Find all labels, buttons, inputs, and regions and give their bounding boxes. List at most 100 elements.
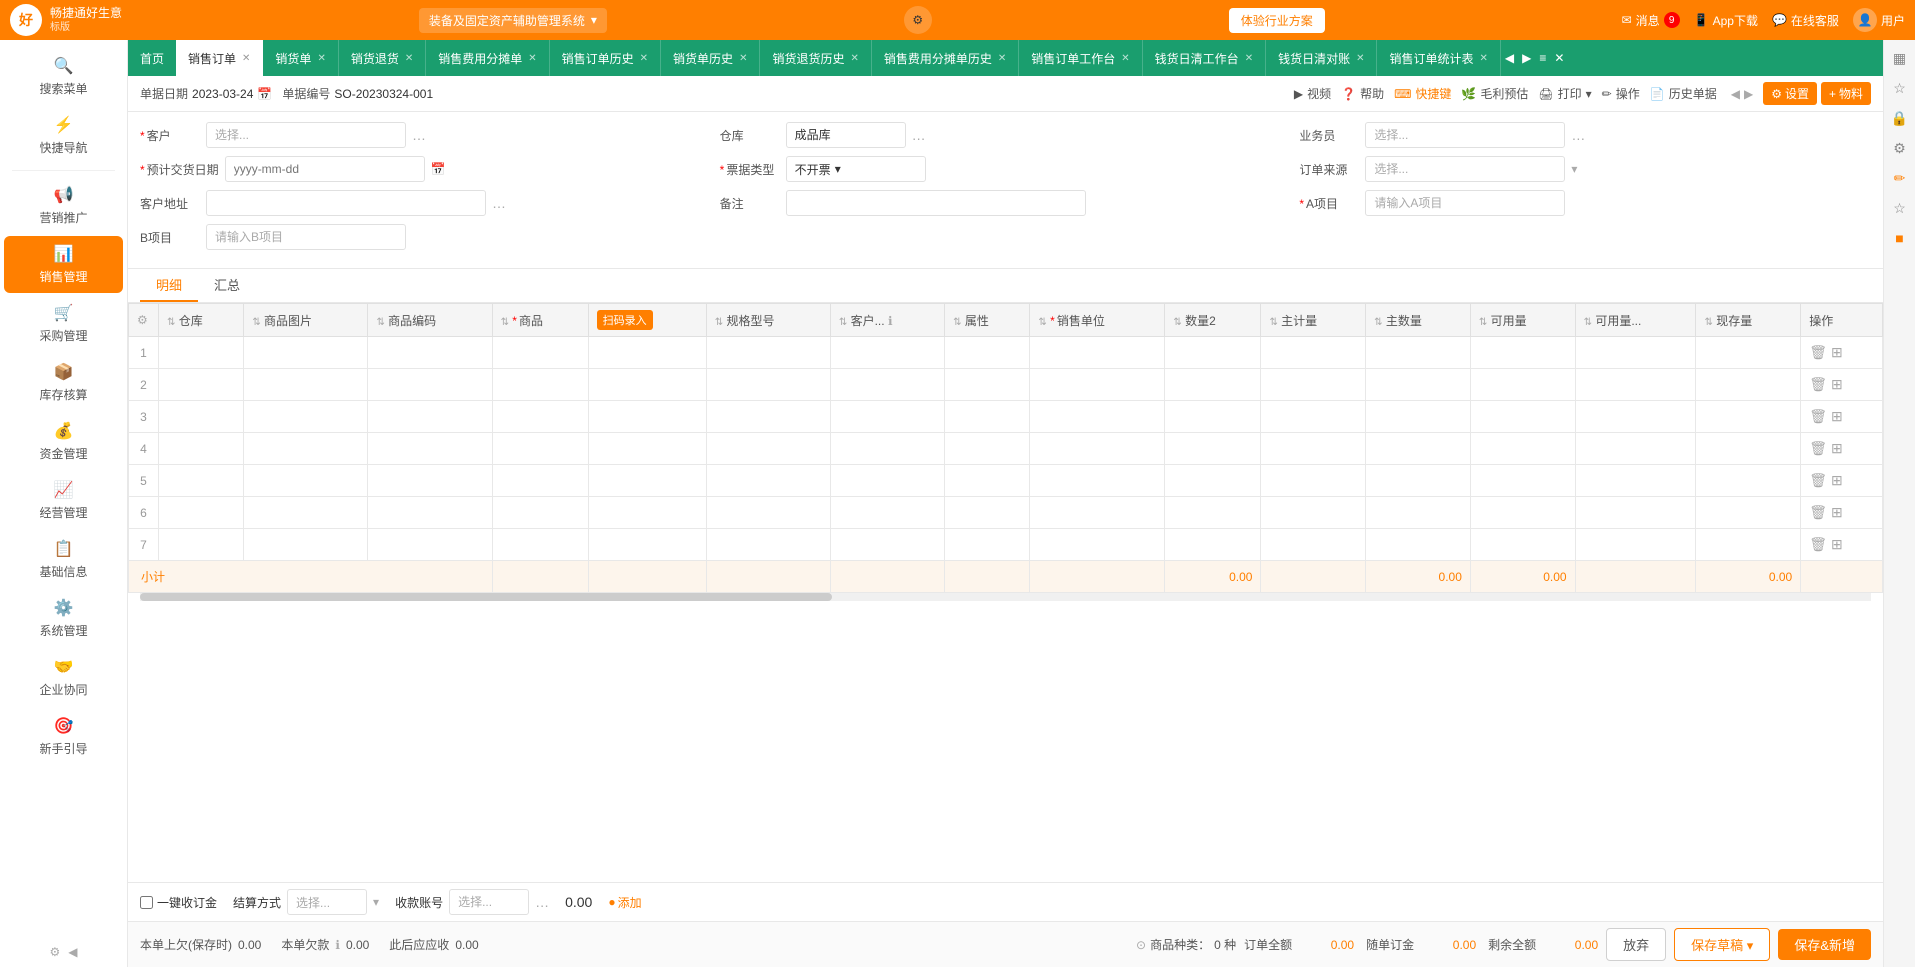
app-download[interactable]: 📱 App下载 (1694, 12, 1758, 29)
add-payment-button[interactable]: ● 添加 (608, 894, 641, 911)
row-main-qty[interactable] (1366, 433, 1471, 465)
sidebar-item-inventory[interactable]: 📦 库存核算 (4, 354, 123, 411)
receipt-input[interactable]: 选择... (449, 889, 529, 915)
row-customer[interactable] (830, 465, 944, 497)
row-qty2[interactable] (1165, 401, 1261, 433)
tab-sales-order[interactable]: 销售订单 ✕ (176, 40, 263, 76)
row-unit[interactable] (1030, 369, 1165, 401)
row-delete-icon[interactable]: 🗑 (1809, 376, 1827, 393)
history-button[interactable]: 📄 历史单据 (1650, 85, 1717, 102)
tab-prev-arrow[interactable]: ◀ (1501, 51, 1518, 65)
row-spec[interactable] (706, 337, 830, 369)
row-unit[interactable] (1030, 529, 1165, 561)
tab-close-all-icon[interactable]: ✕ (1550, 51, 1568, 65)
row-main-unit[interactable] (1261, 497, 1366, 529)
print-button[interactable]: 🖨 打印 ▾ (1538, 85, 1591, 102)
tab-daily-workbench[interactable]: 钱货日清工作台 ✕ (1143, 40, 1266, 76)
row-copy-icon[interactable]: ⊞ (1831, 376, 1843, 393)
row-delete-icon[interactable]: 🗑 (1809, 536, 1827, 553)
horizontal-scrollbar[interactable] (140, 593, 1871, 601)
row-product-code[interactable] (368, 401, 492, 433)
row-spec[interactable] (706, 529, 830, 561)
row-copy-icon[interactable]: ⊞ (1831, 408, 1843, 425)
tab-order-stats[interactable]: 销售订单统计表 ✕ (1377, 40, 1500, 76)
toolbar-nav-prev[interactable]: ◀ (1731, 87, 1740, 101)
row-customer[interactable] (830, 337, 944, 369)
row-warehouse[interactable] (159, 497, 244, 529)
delivery-calendar-icon[interactable]: 📅 (431, 162, 446, 176)
row-customer[interactable] (830, 401, 944, 433)
shortcut-button[interactable]: ⌨ 快捷键 (1394, 85, 1451, 102)
row-delete-icon[interactable]: 🗑 (1809, 344, 1827, 361)
payment-method-select[interactable]: 选择... (287, 889, 367, 915)
row-customer[interactable] (830, 529, 944, 561)
right-icon-2[interactable]: ☆ (1886, 74, 1914, 102)
tab-close-icon[interactable]: ✕ (1121, 53, 1129, 64)
row-warehouse[interactable] (159, 465, 244, 497)
invoice-select[interactable]: 不开票 ▾ (786, 156, 926, 182)
row-main-qty[interactable] (1366, 529, 1471, 561)
row-product[interactable] (492, 401, 588, 433)
tab-close-icon[interactable]: ✕ (1245, 53, 1253, 64)
tab-order-history[interactable]: 销售订单历史 ✕ (550, 40, 661, 76)
tab-summary[interactable]: 汇总 (198, 269, 256, 302)
row-product[interactable] (492, 497, 588, 529)
right-icon-1[interactable]: ▦ (1886, 44, 1914, 72)
row-copy-icon[interactable]: ⊞ (1831, 440, 1843, 457)
tab-close-icon[interactable]: ✕ (1356, 53, 1364, 64)
right-icon-4[interactable]: ⚙ (1886, 134, 1914, 162)
sidebar-settings-icon[interactable]: ⚙ (50, 945, 61, 959)
row-main-unit[interactable] (1261, 465, 1366, 497)
operation-button[interactable]: ✏ 操作 (1602, 85, 1640, 102)
row-qty2[interactable] (1165, 433, 1261, 465)
row-spec[interactable] (706, 433, 830, 465)
row-delete-icon[interactable]: 🗑 (1809, 408, 1827, 425)
row-main-unit[interactable] (1261, 433, 1366, 465)
receipt-more-icon[interactable]: … (535, 894, 549, 910)
row-qty2[interactable] (1165, 369, 1261, 401)
tab-return-history[interactable]: 销货退货历史 ✕ (760, 40, 871, 76)
tab-sales-slip[interactable]: 销货单 ✕ (263, 40, 338, 76)
row-main-qty[interactable] (1366, 401, 1471, 433)
row-main-qty[interactable] (1366, 465, 1471, 497)
save-draft-button[interactable]: 保存草稿 ▾ (1674, 928, 1770, 961)
tab-expense-history[interactable]: 销售费用分摊单历史 ✕ (872, 40, 1019, 76)
deposit-checkbox-input[interactable] (140, 896, 153, 909)
row-warehouse[interactable] (159, 433, 244, 465)
profit-button[interactable]: 🌿 毛利预估 (1461, 85, 1528, 102)
sidebar-item-sales[interactable]: 📊 销售管理 (4, 236, 123, 293)
tab-close-icon[interactable]: ✕ (405, 53, 413, 64)
settings-icon[interactable]: ⚙ (904, 6, 932, 34)
right-icon-3[interactable]: 🔒 (1886, 104, 1914, 132)
row-spec[interactable] (706, 401, 830, 433)
row-attribute[interactable] (945, 369, 1030, 401)
add-material-button[interactable]: + 物料 (1821, 82, 1871, 105)
sidebar-item-finance[interactable]: 💰 资金管理 (4, 413, 123, 470)
right-icon-6[interactable]: ☆ (1886, 194, 1914, 222)
row-spec[interactable] (706, 465, 830, 497)
tab-close-icon[interactable]: ✕ (242, 53, 250, 64)
app-selector[interactable]: 装备及固定资产辅助管理系统 ▾ (419, 8, 607, 33)
remark-input[interactable] (786, 190, 1086, 216)
row-unit[interactable] (1030, 497, 1165, 529)
row-warehouse[interactable] (159, 529, 244, 561)
a-project-input[interactable]: 请输入A项目 (1365, 190, 1565, 216)
sidebar-item-quicknav[interactable]: ⚡ 快捷导航 (4, 107, 123, 164)
row-copy-icon[interactable]: ⊞ (1831, 504, 1843, 521)
discard-button[interactable]: 放弃 (1606, 928, 1666, 961)
row-main-unit[interactable] (1261, 337, 1366, 369)
tab-next-arrow[interactable]: ▶ (1518, 51, 1535, 65)
sidebar-item-purchase[interactable]: 🛒 采购管理 (4, 295, 123, 352)
delivery-input[interactable] (225, 156, 425, 182)
row-product-code[interactable] (368, 497, 492, 529)
row-copy-icon[interactable]: ⊞ (1831, 344, 1843, 361)
video-button[interactable]: ▶ 视频 (1294, 85, 1331, 102)
row-spec[interactable] (706, 369, 830, 401)
row-product[interactable] (492, 337, 588, 369)
sidebar-item-search[interactable]: 🔍 搜索菜单 (4, 48, 123, 105)
tab-close-icon[interactable]: ✕ (528, 53, 536, 64)
row-attribute[interactable] (945, 497, 1030, 529)
staff-input[interactable]: 选择... (1365, 122, 1565, 148)
warehouse-input[interactable]: 成品库 (786, 122, 906, 148)
tab-home[interactable]: 首页 (128, 40, 176, 76)
